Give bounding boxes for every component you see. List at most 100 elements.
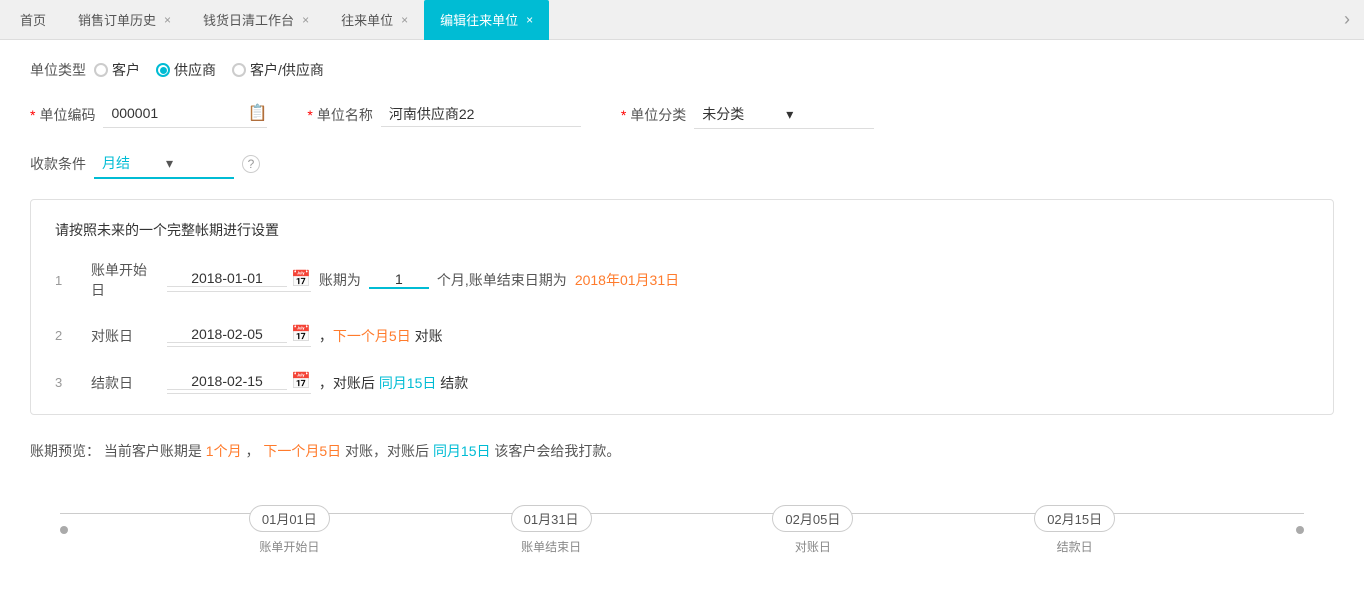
timeline-points: 01月01日 账单开始日 01月31日 账单结束日 02月05日 对账日 02月… <box>60 505 1304 555</box>
timeline-label-3: 对账日 <box>795 538 831 555</box>
radio-both-circle <box>232 63 246 77</box>
tab-sales-history-label: 销售订单历史 <box>78 10 156 29</box>
period-box: 请按照未来的一个完整帐期进行设置 1 账单开始日 📅 账期为 个月,账单结束日期… <box>30 199 1334 415</box>
preview-text-pre: 当前客户账期是 <box>104 443 202 459</box>
period-title: 请按照未来的一个完整帐期进行设置 <box>55 220 1309 240</box>
unit-category-field: * 单位分类 未分类 ▾ <box>621 100 874 129</box>
period-suffix-2-highlight: 下一个月5日 <box>333 328 411 344</box>
unit-name-field: * 单位名称 <box>307 102 580 127</box>
tab-edit-partner[interactable]: 编辑往来单位 × <box>424 0 549 40</box>
unit-category-label: 单位分类 <box>630 105 686 125</box>
radio-customer-label: 客户 <box>112 60 140 80</box>
tab-cashflow-label: 钱货日清工作台 <box>203 10 294 29</box>
unit-code-input[interactable] <box>103 101 243 125</box>
timeline-label-2: 账单结束日 <box>521 538 581 555</box>
payment-terms-value: 月结 <box>102 153 162 173</box>
period-input-group-3: 📅 ，对账后 同月15日 结款 <box>167 371 468 394</box>
period-date-input-1[interactable] <box>167 270 287 287</box>
period-date-input-3-wrap: 📅 <box>167 371 311 394</box>
timeline-pill-2: 01月31日 <box>511 505 592 532</box>
period-suffix-pre-1: 账期为 <box>319 270 361 290</box>
period-num-1: 1 <box>55 273 75 288</box>
timeline: 01月01日 账单开始日 01月31日 账单结束日 02月05日 对账日 02月… <box>30 485 1334 575</box>
timeline-pill-3: 02月05日 <box>772 505 853 532</box>
timeline-right-end-dot <box>1296 526 1304 534</box>
period-cal-1-icon[interactable]: 📅 <box>291 269 311 289</box>
tab-more-button[interactable]: › <box>1334 9 1360 30</box>
preview-text: 账期预览： 当前客户账期是 1个月 ， 下一个月5日 对账，对账后 同月15日 … <box>30 441 1334 461</box>
timeline-label-1: 账单开始日 <box>259 538 319 555</box>
radio-both-label: 客户/供应商 <box>250 60 324 80</box>
timeline-pill-4: 02月15日 <box>1034 505 1115 532</box>
timeline-label-4: 结款日 <box>1057 538 1093 555</box>
tab-sales-history[interactable]: 销售订单历史 × <box>62 0 187 40</box>
radio-both[interactable]: 客户/供应商 <box>232 60 324 80</box>
period-cal-3-icon[interactable]: 📅 <box>291 371 311 391</box>
help-icon[interactable]: ? <box>242 155 260 173</box>
unit-name-label: 单位名称 <box>317 105 373 125</box>
unit-code-field: * 单位编码 📋 <box>30 101 267 128</box>
timeline-left-end-dot <box>60 526 68 534</box>
preview-text-mid: ， <box>245 443 259 459</box>
payment-terms-field: 收款条件 月结 ▾ ? <box>30 149 260 179</box>
period-cal-2-icon[interactable]: 📅 <box>291 324 311 344</box>
period-num-input-1[interactable] <box>369 271 429 289</box>
unit-category-dropdown[interactable]: 未分类 ▾ <box>694 100 874 129</box>
period-date-input-1-wrap: 📅 <box>167 269 311 292</box>
unit-name-input[interactable] <box>381 102 581 127</box>
close-edit-partner-icon[interactable]: × <box>526 13 533 27</box>
timeline-pill-1: 01月01日 <box>249 505 330 532</box>
preview-section: 账期预览： 当前客户账期是 1个月 ， 下一个月5日 对账，对账后 同月15日 … <box>30 431 1334 591</box>
payment-terms-label: 收款条件 <box>30 154 86 174</box>
payment-terms-row: 收款条件 月结 ▾ ? <box>30 149 1334 179</box>
period-num-3: 3 <box>55 375 75 390</box>
period-date-input-2[interactable] <box>167 326 287 343</box>
timeline-point-1: 01月01日 账单开始日 <box>249 505 330 555</box>
payment-terms-dropdown[interactable]: 月结 ▾ <box>94 149 234 179</box>
tab-edit-partner-label: 编辑往来单位 <box>440 10 518 29</box>
unit-type-label: 单位类型 <box>30 60 86 80</box>
preview-text-end: 该客户会给我打款。 <box>494 443 620 459</box>
radio-supplier-label: 供应商 <box>174 60 216 80</box>
unit-code-star: * <box>30 107 35 123</box>
unit-category-arrow-icon: ▾ <box>786 106 866 123</box>
period-label-1: 账单开始日 <box>91 260 151 300</box>
close-partner-icon[interactable]: × <box>401 13 408 27</box>
unit-code-icon[interactable]: 📋 <box>247 103 267 123</box>
timeline-end-dot <box>1296 505 1304 555</box>
tab-partner[interactable]: 往来单位 × <box>325 0 424 40</box>
unit-type-row: 单位类型 客户 供应商 客户/供应商 <box>30 60 1334 80</box>
unit-code-label: 单位编码 <box>39 105 95 125</box>
period-date-input-2-wrap: 📅 <box>167 324 311 347</box>
unit-category-value: 未分类 <box>702 104 782 124</box>
radio-supplier[interactable]: 供应商 <box>156 60 216 80</box>
radio-customer[interactable]: 客户 <box>94 60 140 80</box>
unit-name-star: * <box>307 107 312 123</box>
close-cashflow-icon[interactable]: × <box>302 13 309 27</box>
period-suffix-3: ，对账后 同月15日 结款 <box>319 373 468 393</box>
timeline-point-4: 02月15日 结款日 <box>1034 505 1115 555</box>
radio-customer-circle <box>94 63 108 77</box>
period-input-group-2: 📅 ，下一个月5日 对账 <box>167 324 443 347</box>
tab-partner-label: 往来单位 <box>341 10 393 29</box>
period-suffix-2: ，下一个月5日 对账 <box>319 326 443 346</box>
period-date-input-3[interactable] <box>167 373 287 390</box>
period-row-1: 1 账单开始日 📅 账期为 个月,账单结束日期为 2018年01月31日 <box>55 260 1309 300</box>
timeline-start-dot <box>60 505 68 555</box>
preview-text-mid2: 对账，对账后 <box>345 443 429 459</box>
tab-home-label: 首页 <box>20 10 46 29</box>
tab-cashflow[interactable]: 钱货日清工作台 × <box>187 0 325 40</box>
tab-home[interactable]: 首页 <box>4 0 62 40</box>
period-input-group-1: 📅 账期为 个月,账单结束日期为 2018年01月31日 <box>167 269 679 292</box>
tab-bar: 首页 销售订单历史 × 钱货日清工作台 × 往来单位 × 编辑往来单位 × › <box>0 0 1364 40</box>
period-label-2: 对账日 <box>91 326 151 346</box>
payment-terms-arrow-icon: ▾ <box>166 155 226 172</box>
period-row-2: 2 对账日 📅 ，下一个月5日 对账 <box>55 324 1309 347</box>
unit-category-star: * <box>621 107 626 123</box>
preview-highlight-3: 同月15日 <box>433 443 491 459</box>
timeline-point-3: 02月05日 对账日 <box>772 505 853 555</box>
timeline-point-2: 01月31日 账单结束日 <box>511 505 592 555</box>
unit-type-field: 单位类型 客户 供应商 客户/供应商 <box>30 60 324 80</box>
period-end-date-1: 2018年01月31日 <box>575 270 679 290</box>
close-sales-history-icon[interactable]: × <box>164 13 171 27</box>
